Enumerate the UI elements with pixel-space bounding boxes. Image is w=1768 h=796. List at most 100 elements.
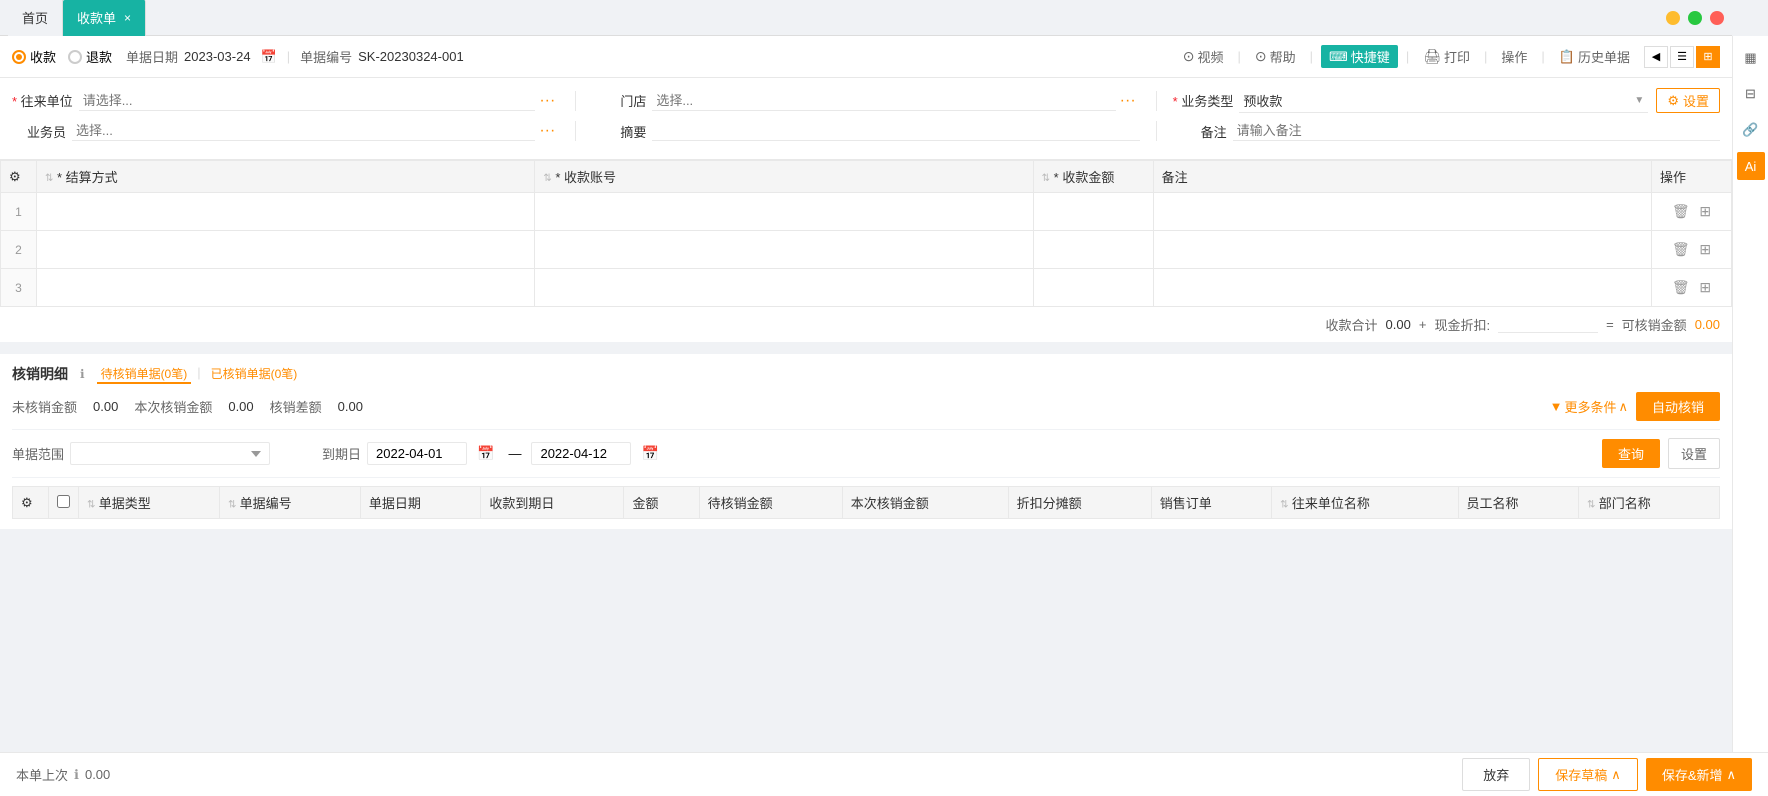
range-select[interactable] [70,442,270,465]
date-label: 单据日期 [126,47,178,66]
date-from-input[interactable] [367,442,467,465]
shop-more-btn[interactable]: ··· [1116,92,1140,110]
amount-cell-2[interactable] [1033,231,1153,269]
print-btn[interactable]: 🖨 打印 [1417,45,1476,68]
account-input-1[interactable] [535,193,1032,230]
layout-grid-btn[interactable]: ⊞ [1696,46,1720,68]
tab-close-icon[interactable]: × [124,11,131,25]
video-btn[interactable]: ⊙ 视频 [1177,45,1230,68]
copy-icon-1[interactable]: ⊞ [1699,203,1711,219]
auto-cancel-btn[interactable]: 自动核销 [1636,392,1720,421]
note-cell-1[interactable] [1153,193,1651,231]
calendar-from-icon[interactable]: 📅 [477,445,494,462]
business-type-label: 业务类型 [1173,91,1240,110]
right-panel-table-btn[interactable]: ▦ [1737,44,1765,72]
counterpart-field: 往来单位 ··· [12,91,559,111]
delete-icon-2[interactable]: 🗑 [1672,241,1690,257]
radio-collect[interactable]: 收款 [12,47,56,66]
filter-settings-btn[interactable]: 设置 [1668,438,1720,469]
amount-input-3[interactable] [1034,269,1153,306]
sub-col-due-date: 收款到期日 [481,487,624,519]
discount-input[interactable] [1498,317,1598,333]
settlement-cell-1[interactable] [37,193,535,231]
settlement-cell-3[interactable] [37,269,535,307]
calendar-to-icon[interactable]: 📅 [641,445,658,462]
staff-input[interactable] [72,121,535,141]
tab-done[interactable]: 已核销单据(0笔) [207,365,302,384]
account-input-2[interactable] [535,231,1032,268]
layout-prev-btn[interactable]: ◀ [1644,46,1668,68]
note-input[interactable] [1233,121,1720,141]
maximize-button[interactable] [1688,11,1702,25]
col-settings[interactable]: ⚙ [1,161,37,193]
tab-collect[interactable]: 收款单 × [63,0,146,36]
business-type-selector[interactable]: 预收款 ▼ [1239,89,1648,113]
tab-pending[interactable]: 待核销单据(0笔) [97,365,192,384]
help-btn[interactable]: ⊙ 帮助 [1249,45,1302,68]
business-type-arrow[interactable]: ▼ [1634,95,1644,106]
layout-list-btn[interactable]: ☰ [1670,46,1694,68]
shortcut-btn[interactable]: ⌨ 快捷键 [1321,45,1398,68]
radio-refund-circle [68,50,82,64]
sub-col-settings[interactable]: ⚙ [13,487,49,519]
tab-bar: 首页 收款单 × [0,0,1732,36]
col-amount: ⇅ * 收款金额 [1033,161,1153,193]
amount-input-1[interactable] [1034,193,1153,230]
note-input-1[interactable] [1154,193,1651,230]
radio-collect-label: 收款 [30,47,56,66]
note-cell-3[interactable] [1153,269,1651,307]
select-all-checkbox[interactable] [57,495,70,508]
settlement-input-2[interactable] [37,231,534,268]
sort-icon: ⇅ [1042,173,1050,184]
counterpart-input[interactable] [79,91,536,111]
settlement-input-1[interactable] [37,193,534,230]
calendar-icon[interactable]: 📅 [261,49,277,65]
sub-col-checkbox[interactable] [49,487,79,519]
right-panel-link-btn[interactable]: 🔗 [1737,116,1765,144]
note-field: 备注 [1173,121,1720,141]
copy-icon-2[interactable]: ⊞ [1699,241,1711,257]
amount-input-2[interactable] [1034,231,1153,268]
settings-button[interactable]: ⚙ 设置 [1656,88,1720,113]
right-panel-ai-btn[interactable]: Ai [1737,152,1765,180]
history-btn[interactable]: 📋 历史单据 [1553,45,1636,68]
radio-refund[interactable]: 退款 [68,47,112,66]
shop-input[interactable] [652,91,1115,111]
date-to-input[interactable] [531,442,631,465]
abandon-button[interactable]: 放弃 [1462,758,1530,791]
save-draft-button[interactable]: 保存草稿 ∧ [1538,758,1638,791]
close-button[interactable] [1710,11,1724,25]
summary-input[interactable] [652,121,1139,141]
note-cell-2[interactable] [1153,231,1651,269]
sort-type: ⇅ [87,499,95,510]
settlement-cell-2[interactable] [37,231,535,269]
save-new-button[interactable]: 保存&新增 ∧ [1646,758,1752,791]
toolbar: 收款 退款 单据日期 2023-03-24 📅 | 单据编号 SK-202303… [0,36,1732,78]
tab-home[interactable]: 首页 [8,0,63,36]
more-filters-btn[interactable]: ▼ 更多条件 ∧ [1550,397,1628,416]
minimize-button[interactable] [1666,11,1680,25]
settlement-input-3[interactable] [37,269,534,306]
order-info-icon[interactable]: ℹ [74,767,79,783]
staff-more-btn[interactable]: ··· [535,122,559,140]
available-value: 0.00 [1695,317,1720,332]
counterpart-more-btn[interactable]: ··· [535,92,559,110]
account-cell-1[interactable] [535,193,1033,231]
operation-btn[interactable]: 操作 [1495,45,1533,68]
right-panel-list-btn[interactable]: ⊟ [1737,80,1765,108]
note-input-3[interactable] [1154,269,1651,306]
amount-cell-3[interactable] [1033,269,1153,307]
delete-icon-3[interactable]: 🗑 [1672,279,1690,295]
account-input-3[interactable] [535,269,1032,306]
query-btn[interactable]: 查询 [1602,439,1660,468]
account-cell-3[interactable] [535,269,1033,307]
order-label: 本单上次 [16,765,68,784]
copy-icon-3[interactable]: ⊞ [1699,279,1711,295]
account-cell-2[interactable] [535,231,1033,269]
shop-label: 门店 [592,91,652,110]
delete-icon-1[interactable]: 🗑 [1672,203,1690,219]
note-input-2[interactable] [1154,231,1651,268]
amount-cell-1[interactable] [1033,193,1153,231]
verif-info-icon[interactable]: ℹ [80,367,85,381]
uncancelled-value: 0.00 [93,399,118,414]
